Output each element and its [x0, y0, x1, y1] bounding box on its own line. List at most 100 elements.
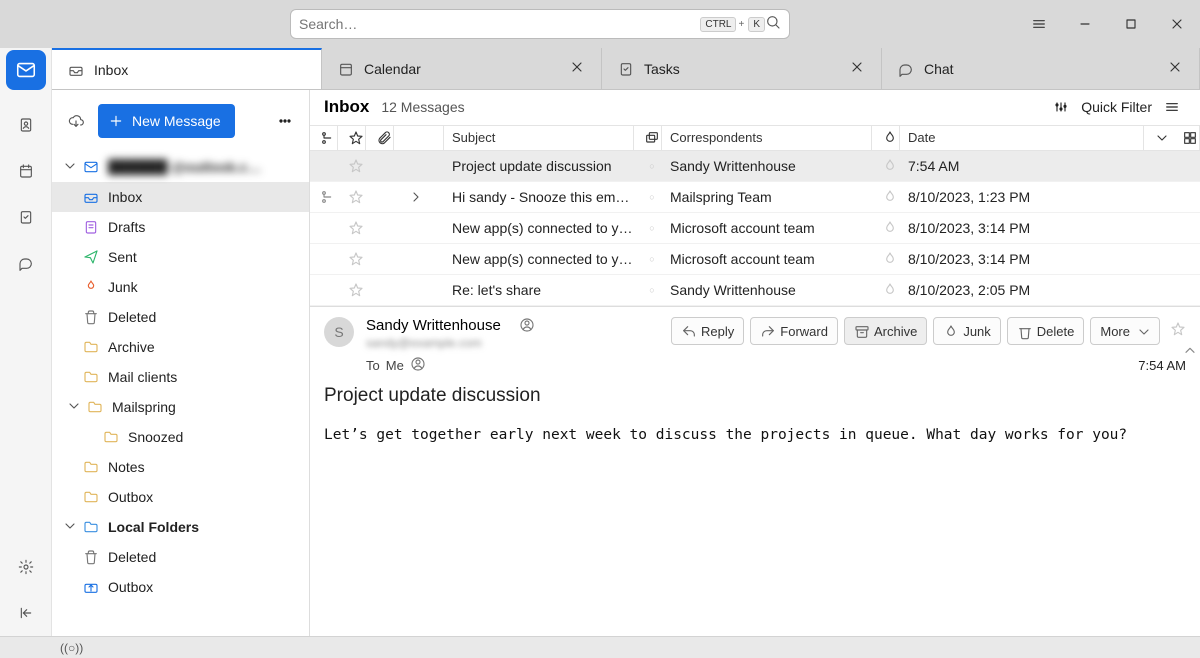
folder-mailspring[interactable]: Mailspring: [52, 392, 309, 422]
read-status-icon: ○: [634, 161, 662, 171]
get-messages-button[interactable]: [62, 107, 90, 135]
tree-more-button[interactable]: [271, 107, 299, 135]
message-row[interactable]: Re: let's share○Sandy Writtenhouse8/10/2…: [310, 275, 1200, 306]
tab-strip: Inbox Calendar Tasks Chat: [52, 48, 1200, 90]
row-date: 8/10/2023, 2:05 PM: [900, 282, 1200, 298]
read-status-icon: ○: [634, 223, 662, 233]
tab-tasks[interactable]: Tasks: [602, 48, 882, 89]
to-value: Me: [386, 358, 404, 373]
folder-junk[interactable]: Junk: [52, 272, 309, 302]
folder-icon: [82, 339, 100, 355]
quickfilter-toggle[interactable]: [1047, 95, 1075, 119]
col-star[interactable]: [338, 126, 366, 150]
row-correspondent: Sandy Writtenhouse: [662, 158, 872, 174]
star-toggle[interactable]: [338, 220, 366, 236]
star-message[interactable]: [1170, 321, 1186, 342]
folder-notes[interactable]: Notes: [52, 452, 309, 482]
col-date[interactable]: Date: [900, 126, 1144, 150]
tab-inbox[interactable]: Inbox: [52, 48, 322, 89]
col-attachment[interactable]: [366, 126, 394, 150]
folder-archive[interactable]: Archive: [52, 332, 309, 362]
col-subject[interactable]: Subject: [444, 126, 634, 150]
account-row[interactable]: ██████ @outlook.c…: [52, 152, 309, 182]
col-thread[interactable]: [310, 126, 338, 150]
more-button[interactable]: More: [1090, 317, 1160, 345]
window-minimize[interactable]: [1062, 0, 1108, 48]
local-deleted[interactable]: Deleted: [52, 542, 309, 572]
tab-chat[interactable]: Chat: [882, 48, 1200, 89]
global-search[interactable]: CTRL + K: [290, 9, 790, 39]
row-date: 8/10/2023, 3:14 PM: [900, 251, 1200, 267]
settings-button[interactable]: [0, 544, 52, 590]
row-subject: Re: let's share: [444, 282, 634, 298]
mail-space[interactable]: [6, 50, 46, 90]
message-row[interactable]: Hi sandy - Snooze this em…○Mailspring Te…: [310, 182, 1200, 213]
new-message-button[interactable]: New Message: [98, 104, 235, 138]
inbox-icon: [82, 189, 100, 205]
local-outbox[interactable]: Outbox: [52, 572, 309, 602]
close-tab-tasks[interactable]: [849, 59, 865, 78]
tab-calendar[interactable]: Calendar: [322, 48, 602, 89]
delete-button[interactable]: Delete: [1007, 317, 1085, 345]
close-tab-calendar[interactable]: [569, 59, 585, 78]
collapse-rail[interactable]: [0, 590, 52, 636]
display-options[interactable]: [1158, 95, 1186, 119]
col-correspondents[interactable]: Correspondents: [662, 126, 872, 150]
window-close[interactable]: [1154, 0, 1200, 48]
folder-drafts[interactable]: Drafts: [52, 212, 309, 242]
close-tab-chat[interactable]: [1167, 59, 1183, 78]
message-row[interactable]: New app(s) connected to y…○Microsoft acc…: [310, 244, 1200, 275]
row-subject: New app(s) connected to y…: [444, 251, 634, 267]
folder-icon: [86, 399, 104, 415]
tasks-space[interactable]: [0, 194, 52, 240]
quickfilter-button[interactable]: Quick Filter: [1075, 95, 1158, 119]
expand-icon: [394, 189, 444, 205]
star-toggle[interactable]: [338, 282, 366, 298]
star-toggle[interactable]: [338, 251, 366, 267]
folder-snoozed[interactable]: Snoozed: [52, 422, 309, 452]
chevron-down-icon: [62, 518, 74, 537]
sender-avatar: S: [324, 317, 354, 347]
folder-inbox[interactable]: Inbox: [52, 182, 309, 212]
inbox-icon: [68, 62, 84, 78]
chat-space[interactable]: [0, 240, 52, 286]
kbd-k: K: [748, 17, 765, 32]
search-icon[interactable]: [765, 14, 781, 35]
addressbook-space[interactable]: [0, 102, 52, 148]
folder-sent[interactable]: Sent: [52, 242, 309, 272]
message-row[interactable]: Project update discussion○Sandy Writtenh…: [310, 151, 1200, 182]
app-menu-button[interactable]: [1016, 0, 1062, 48]
col-date-icon[interactable]: [872, 126, 900, 150]
folder-tree: New Message ██████ @outlook.c… Inbox Dra…: [52, 90, 310, 636]
chevron-down-icon: [66, 398, 78, 417]
archive-button[interactable]: Archive: [844, 317, 927, 345]
from-name: Sandy Writtenhouse: [366, 317, 501, 334]
col-picker[interactable]: [1144, 126, 1200, 150]
reading-pane: S Sandy Writtenhouse sandy@example.com R…: [310, 306, 1200, 636]
calendar-space[interactable]: [0, 148, 52, 194]
local-folders-row[interactable]: Local Folders: [52, 512, 309, 542]
junk-button[interactable]: Junk: [933, 317, 1000, 345]
reply-button[interactable]: Reply: [671, 317, 744, 345]
to-contact-icon: [410, 356, 426, 375]
col-corr-icon[interactable]: [634, 126, 662, 150]
star-toggle[interactable]: [338, 158, 366, 174]
star-toggle[interactable]: [338, 189, 366, 205]
window-maximize[interactable]: [1108, 0, 1154, 48]
scroll-up-icon[interactable]: [1182, 343, 1198, 364]
quickfilter-label: Quick Filter: [1081, 99, 1152, 115]
folder-outbox[interactable]: Outbox: [52, 482, 309, 512]
new-message-label: New Message: [132, 113, 221, 129]
folder-notes-label: Notes: [108, 459, 145, 475]
folder-mailclients[interactable]: Mail clients: [52, 362, 309, 392]
folder-deleted[interactable]: Deleted: [52, 302, 309, 332]
search-input[interactable]: [299, 16, 698, 32]
contact-indicator-icon: [519, 317, 535, 338]
message-row[interactable]: New app(s) connected to y…○Microsoft acc…: [310, 213, 1200, 244]
status-bar: ((○)): [0, 636, 1200, 658]
trash-icon: [82, 549, 100, 565]
kbd-plus: +: [738, 19, 744, 30]
forward-button[interactable]: Forward: [750, 317, 838, 345]
folder-icon: [82, 489, 100, 505]
message-time: 7:54 AM: [1138, 358, 1186, 373]
